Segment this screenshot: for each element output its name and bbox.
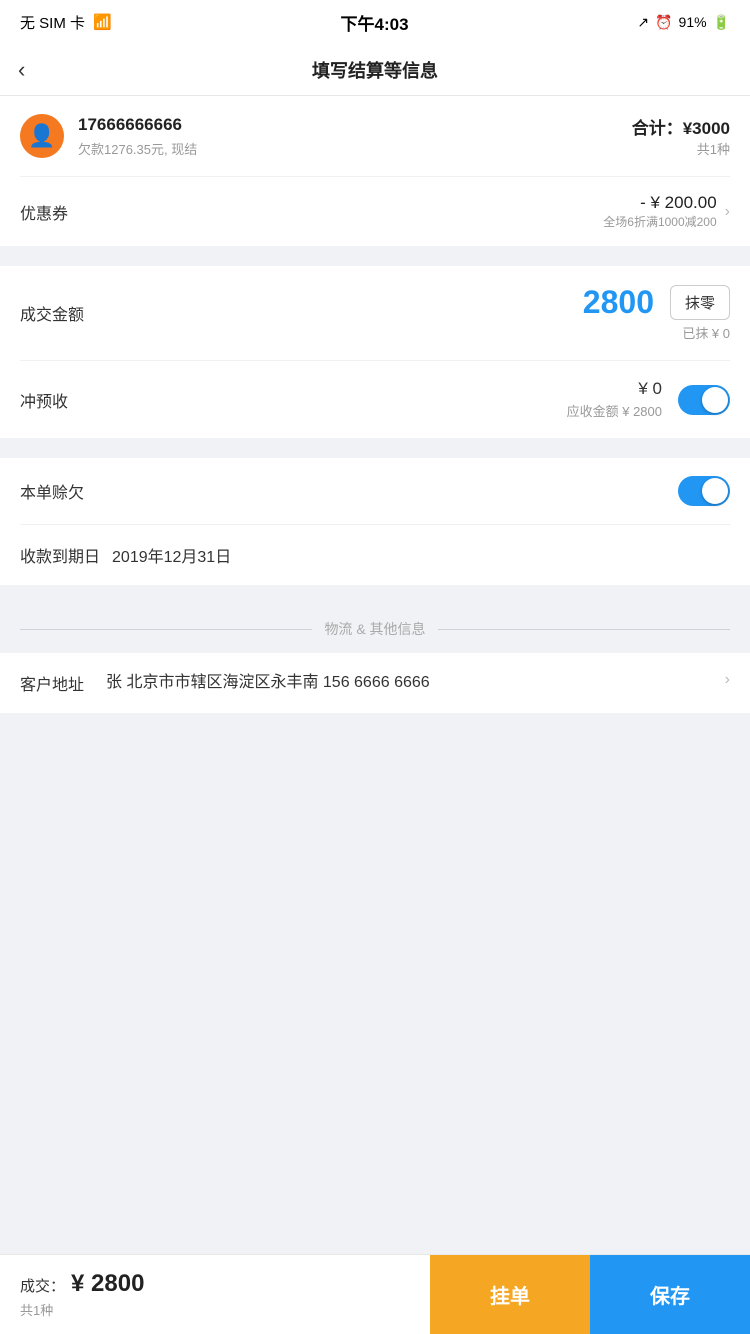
- total-count: 共1种: [632, 139, 730, 158]
- address-row[interactable]: 客户地址 张 北京市市辖区海淀区永丰南 156 6666 6666 ›: [0, 653, 750, 713]
- debt-order-section: 本单赊欠 收款到期日 2019年12月31日: [0, 458, 750, 585]
- coupon-row[interactable]: 优惠券 - ¥ 200.00 全场6折满1000减200 ›: [0, 177, 750, 246]
- address-chevron-icon: ›: [725, 671, 730, 689]
- hang-order-button[interactable]: 挂单: [430, 1255, 590, 1334]
- coupon-chevron-icon: ›: [725, 203, 730, 221]
- location-icon: ↗: [637, 14, 649, 31]
- avatar: 👤: [20, 114, 64, 158]
- coupon-amount: - ¥ 200.00: [603, 193, 716, 213]
- nav-bar: ‹ 填写结算等信息: [0, 44, 750, 96]
- prepay-right: ¥ 0 应收金额 ¥ 2800: [567, 379, 730, 420]
- bottom-summary: 成交： ¥ 2800 共1种: [0, 1270, 430, 1319]
- gap-1: [0, 256, 750, 266]
- due-date-value: 2019年12月31日: [112, 543, 231, 567]
- status-bar: 无 SIM 卡 📶 下午4:03 ↗ ⏰ 91% 🔋: [0, 0, 750, 44]
- deal-amount-section: 成交金额 2800 抹零 已抹 ¥ 0 冲预收 ¥ 0 应收金额 ¥ 2800: [0, 266, 750, 438]
- customer-right: 合计：¥3000 共1种: [632, 114, 730, 158]
- bottom-deal-label: 成交：: [20, 1275, 65, 1296]
- already-zeroed-text: 已抹 ¥ 0: [682, 323, 730, 342]
- coupon-label: 优惠券: [20, 200, 68, 224]
- debt-order-label: 本单赊欠: [20, 479, 100, 503]
- no-sim-text: 无 SIM 卡: [20, 12, 85, 33]
- prepay-row: 冲预收 ¥ 0 应收金额 ¥ 2800: [0, 361, 750, 438]
- deal-amount-value: 2800: [583, 284, 654, 321]
- back-button[interactable]: ‹: [18, 57, 25, 83]
- wifi-icon: 📶: [93, 13, 112, 31]
- customer-row: 👤 17666666666 欠款1276.35元, 现结 合计：¥3000 共1…: [0, 96, 750, 176]
- address-label: 客户地址: [20, 671, 90, 695]
- prepay-amount: ¥ 0: [638, 379, 662, 399]
- customer-info: 17666666666 欠款1276.35元, 现结: [78, 115, 197, 158]
- sep-line-right: [438, 629, 730, 630]
- bottom-spacer: [0, 713, 750, 893]
- coupon-right: - ¥ 200.00 全场6折满1000减200 ›: [603, 193, 730, 230]
- bottom-count: 共1种: [20, 1300, 410, 1319]
- gap-3: [0, 595, 750, 605]
- customer-phone: 17666666666: [78, 115, 197, 135]
- prepay-amounts: ¥ 0 应收金额 ¥ 2800: [567, 379, 662, 420]
- sep-line-left: [20, 629, 312, 630]
- debt-order-toggle[interactable]: [678, 476, 730, 506]
- deal-amount-right: 2800 抹零 已抹 ¥ 0: [583, 284, 730, 342]
- battery-icon: 🔋: [713, 14, 730, 31]
- total-amount: 合计：¥3000: [632, 114, 730, 139]
- round-zero-button[interactable]: 抹零: [670, 285, 730, 320]
- due-date-label: 收款到期日: [20, 543, 100, 567]
- bottom-bar: 成交： ¥ 2800 共1种 挂单 保存: [0, 1254, 750, 1334]
- logistics-separator: 物流 & 其他信息: [0, 605, 750, 653]
- bottom-deal: 成交： ¥ 2800: [20, 1270, 410, 1298]
- customer-left: 👤 17666666666 欠款1276.35元, 现结: [20, 114, 197, 158]
- bottom-deal-amount: ¥ 2800: [71, 1270, 144, 1298]
- gap-2: [0, 448, 750, 458]
- coupon-info: - ¥ 200.00 全场6折满1000减200: [603, 193, 716, 230]
- deal-amount-row: 成交金额 2800 抹零 已抹 ¥ 0: [0, 266, 750, 360]
- debt-order-row: 本单赊欠: [0, 458, 750, 524]
- prepay-sub-text: 应收金额 ¥ 2800: [567, 401, 662, 420]
- alarm-icon: ⏰: [655, 14, 672, 31]
- deal-amount-label: 成交金额: [20, 301, 100, 325]
- coupon-desc: 全场6折满1000减200: [603, 213, 716, 230]
- logistics-sep-text: 物流 & 其他信息: [324, 619, 425, 639]
- battery-text: 91%: [679, 14, 707, 30]
- status-right: ↗ ⏰ 91% 🔋: [637, 14, 730, 31]
- due-date-row: 收款到期日 2019年12月31日: [0, 525, 750, 585]
- avatar-icon: 👤: [28, 123, 55, 149]
- prepay-toggle[interactable]: [678, 385, 730, 415]
- prepay-label: 冲预收: [20, 388, 100, 412]
- customer-section: 👤 17666666666 欠款1276.35元, 现结 合计：¥3000 共1…: [0, 96, 750, 246]
- page-title: 填写结算等信息: [312, 57, 438, 83]
- save-button[interactable]: 保存: [590, 1255, 750, 1334]
- customer-sub-text: 欠款1276.35元, 现结: [78, 139, 197, 158]
- status-time: 下午4:03: [341, 10, 409, 35]
- status-left: 无 SIM 卡 📶: [20, 12, 112, 33]
- address-value: 张 北京市市辖区海淀区永丰南 156 6666 6666: [106, 671, 709, 695]
